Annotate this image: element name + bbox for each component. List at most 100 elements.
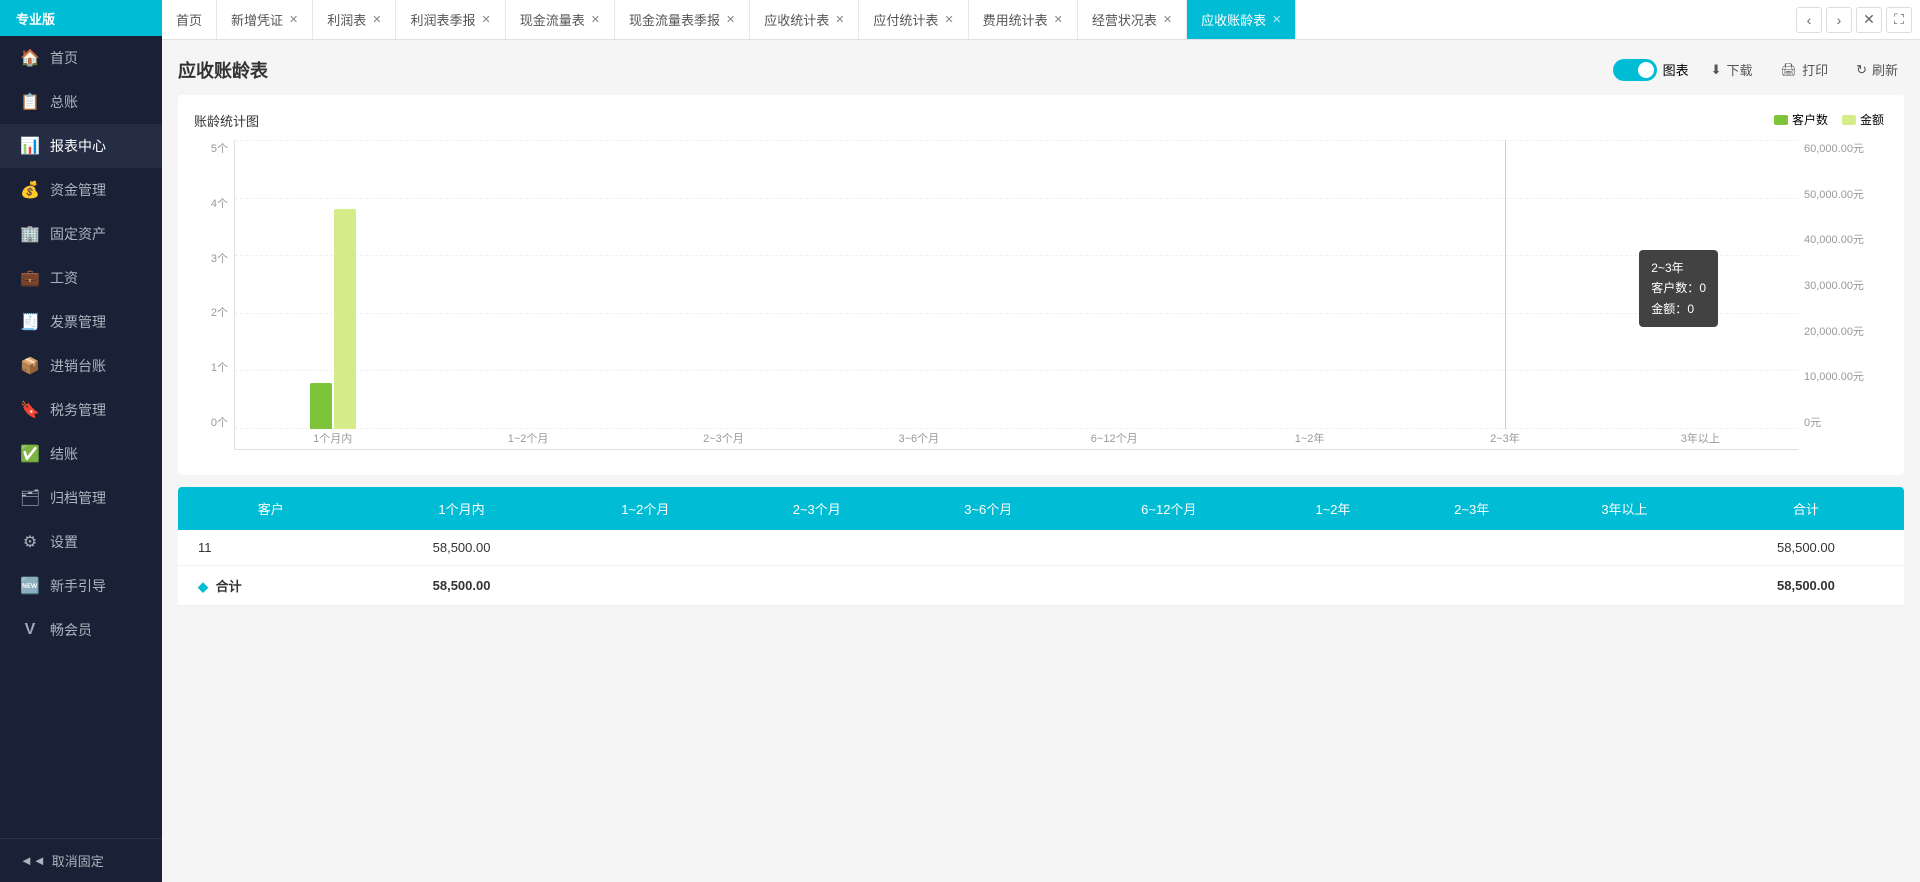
- x-label-y2: 1~2年: [1212, 429, 1407, 449]
- chart-toggle-label: 图表: [1663, 60, 1689, 79]
- tab-biz-status[interactable]: 经营状况表 ✕: [1078, 0, 1187, 40]
- sidebar-item-archive[interactable]: 🗂 归档管理: [0, 476, 162, 520]
- tab-close-icon[interactable]: ✕: [726, 13, 735, 26]
- refresh-button[interactable]: ↻ 刷新: [1850, 56, 1904, 83]
- sidebar-item-label: 首页: [50, 48, 78, 68]
- chart-container: 账龄统计图 客户数 金额 5个 4个 3个 2个 1个 0个: [178, 95, 1904, 475]
- chart-toggle[interactable]: 图表: [1613, 59, 1689, 81]
- tab-close-icon[interactable]: ✕: [944, 13, 953, 26]
- legend-customer-label: 客户数: [1792, 111, 1828, 128]
- sidebar-item-label: 设置: [50, 532, 78, 552]
- cell-m1: 58,500.00: [364, 530, 560, 566]
- cell-y2: [1264, 530, 1403, 566]
- chart-area: 2~3年 客户数：0 金额：0 1个月内 1~2个月 2~3个月 3~6个月: [234, 140, 1798, 450]
- sidebar-item-guide[interactable]: 🆕 新手引导: [0, 564, 162, 608]
- sidebar-pin-toggle[interactable]: ◄◄ 取消固定: [0, 838, 162, 882]
- col-total: 合计: [1708, 487, 1904, 530]
- tab-label: 现金流量表: [520, 10, 585, 29]
- checkout-icon: ✅: [20, 444, 40, 464]
- tab-close-icon[interactable]: ✕: [1054, 13, 1063, 26]
- sidebar-item-label: 畅会员: [50, 620, 92, 640]
- bar-count-m1: [310, 383, 332, 429]
- sidebar-item-label: 归档管理: [50, 488, 106, 508]
- cell-total: 58,500.00: [1708, 530, 1904, 566]
- sidebar-item-home[interactable]: 🏠 首页: [0, 36, 162, 80]
- tab-close-icon[interactable]: ✕: [1272, 13, 1281, 26]
- legend-amount-label: 金额: [1860, 111, 1884, 128]
- tab-cashflow-quarter[interactable]: 现金流量表季报 ✕: [615, 0, 750, 40]
- tab-cashflow[interactable]: 现金流量表 ✕: [506, 0, 615, 40]
- tab-voucher[interactable]: 新增凭证 ✕: [217, 0, 313, 40]
- total-y3: [1402, 566, 1541, 606]
- cell-m3: [731, 530, 902, 566]
- x-label-m6: 3~6个月: [821, 429, 1016, 449]
- salary-icon: 💼: [20, 268, 40, 288]
- chart-legend: 客户数 金额: [1774, 111, 1884, 128]
- tab-close-icon[interactable]: ✕: [482, 13, 491, 26]
- table-header-row: 客户 1个月内 1~2个月 2~3个月 3~6个月 6~12个月 1~2年 2~…: [178, 487, 1904, 530]
- home-icon: 🏠: [20, 48, 40, 68]
- tab-close-all-button[interactable]: ✕: [1856, 7, 1882, 33]
- assets-icon: 🏢: [20, 224, 40, 244]
- cell-y3: [1402, 530, 1541, 566]
- sidebar-item-checkout[interactable]: ✅ 结账: [0, 432, 162, 476]
- total-y-more: [1541, 566, 1708, 606]
- total-y2: [1264, 566, 1403, 606]
- tab-ar-stat[interactable]: 应收统计表 ✕: [750, 0, 859, 40]
- tab-close-icon[interactable]: ✕: [835, 13, 844, 26]
- sidebar-item-invoice[interactable]: 🧾 发票管理: [0, 300, 162, 344]
- page-header: 应收账龄表 图表 ⬇ 下载 🖨 打印 ↻ 刷新: [178, 56, 1904, 83]
- tab-label: 应付统计表: [873, 10, 938, 29]
- sidebar-item-label: 新手引导: [50, 576, 106, 596]
- toggle-knob[interactable]: [1613, 59, 1657, 81]
- chart-title: 账龄统计图: [194, 111, 1888, 130]
- tab-controls: ‹ › ✕ ⛶: [1788, 7, 1920, 33]
- legend-color-green: [1774, 115, 1788, 125]
- sidebar-item-capital[interactable]: 💰 资金管理: [0, 168, 162, 212]
- bar-group-m1: [235, 209, 430, 429]
- sidebar-item-label: 总账: [50, 92, 78, 112]
- sidebar-item-tax[interactable]: 🔖 税务管理: [0, 388, 162, 432]
- tab-label: 费用统计表: [983, 10, 1048, 29]
- x-label-m12: 6~12个月: [1017, 429, 1212, 449]
- sidebar-item-ledger[interactable]: 📋 总账: [0, 80, 162, 124]
- legend-customer-count: 客户数: [1774, 111, 1828, 128]
- download-button[interactable]: ⬇ 下载: [1705, 56, 1759, 83]
- tab-ap-stat[interactable]: 应付统计表 ✕: [859, 0, 968, 40]
- total-m12: [1074, 566, 1264, 606]
- x-label-y3: 2~3年: [1407, 429, 1602, 449]
- tab-expense-stat[interactable]: 费用统计表 ✕: [969, 0, 1078, 40]
- tab-ar-aging[interactable]: 应收账龄表 ✕: [1187, 0, 1296, 40]
- total-text: 合计: [216, 579, 242, 594]
- print-button[interactable]: 🖨 打印: [1775, 56, 1835, 83]
- col-m2: 1~2个月: [560, 487, 731, 530]
- main-content: 首页 新增凭证 ✕ 利润表 ✕ 利润表季报 ✕ 现金流量表 ✕ 现金流量表季报 …: [162, 0, 1920, 882]
- legend-amount: 金额: [1842, 111, 1884, 128]
- sidebar-item-label: 结账: [50, 444, 78, 464]
- tab-label: 新增凭证: [231, 10, 283, 29]
- tab-close-icon[interactable]: ✕: [1163, 13, 1172, 26]
- tab-label: 现金流量表季报: [629, 10, 720, 29]
- tab-profit-quarter[interactable]: 利润表季报 ✕: [396, 0, 505, 40]
- sidebar-item-report[interactable]: 📊 报表中心: [0, 124, 162, 168]
- sidebar-item-label: 发票管理: [50, 312, 106, 332]
- tab-label: 应收账龄表: [1201, 10, 1266, 29]
- download-icon: ⬇: [1711, 62, 1722, 78]
- cell-m12: [1074, 530, 1264, 566]
- tab-home[interactable]: 首页: [162, 0, 217, 40]
- sidebar-item-assets[interactable]: 🏢 固定资产: [0, 212, 162, 256]
- tab-next-button[interactable]: ›: [1826, 7, 1852, 33]
- tab-close-icon[interactable]: ✕: [289, 13, 298, 26]
- tab-expand-button[interactable]: ⛶: [1886, 7, 1912, 33]
- tab-close-icon[interactable]: ✕: [372, 13, 381, 26]
- sidebar-item-salary[interactable]: 💼 工资: [0, 256, 162, 300]
- y-axis-right: 60,000.00元 50,000.00元 40,000.00元 30,000.…: [1798, 140, 1888, 450]
- tab-profit[interactable]: 利润表 ✕: [313, 0, 396, 40]
- tab-label: 利润表: [327, 10, 366, 29]
- sidebar-item-member[interactable]: V 畅会员: [0, 608, 162, 652]
- sidebar-item-settings[interactable]: ⚙ 设置: [0, 520, 162, 564]
- sidebar-item-stock[interactable]: 📦 进销台账: [0, 344, 162, 388]
- tab-prev-button[interactable]: ‹: [1796, 7, 1822, 33]
- tab-close-icon[interactable]: ✕: [591, 13, 600, 26]
- member-icon: V: [20, 621, 40, 639]
